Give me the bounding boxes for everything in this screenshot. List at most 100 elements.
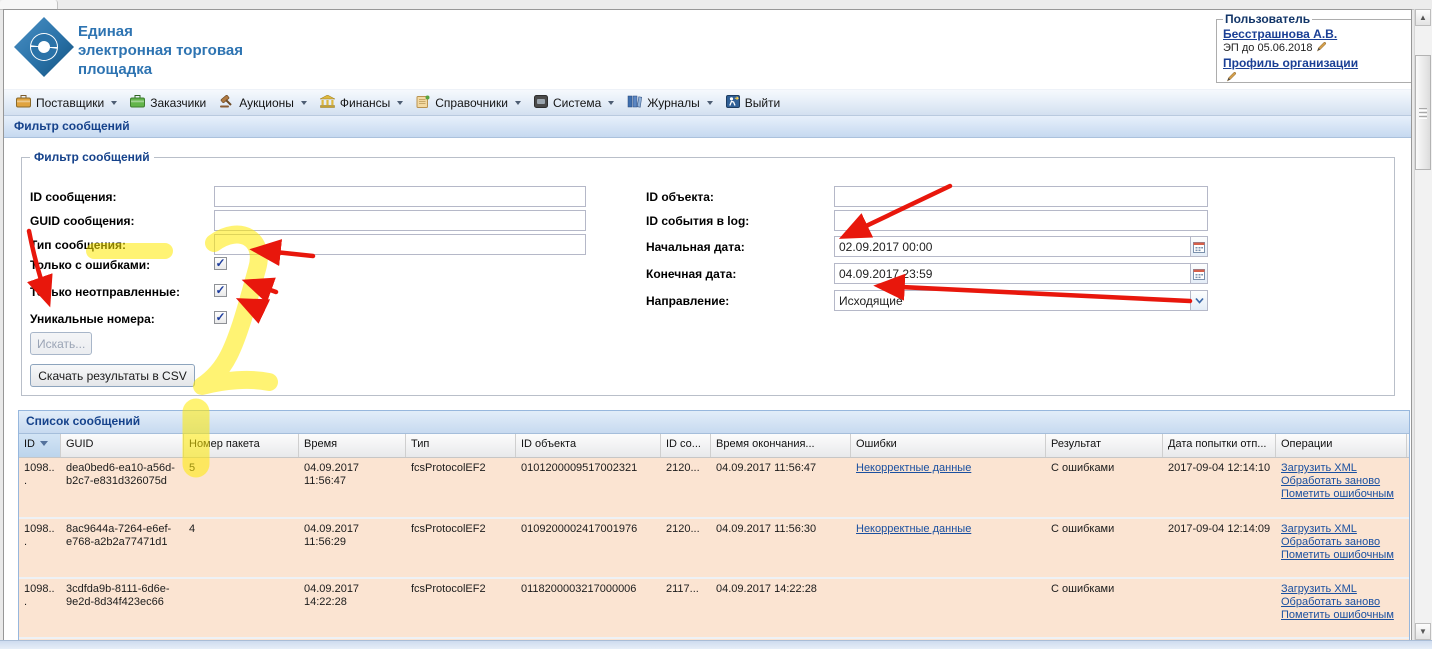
grid-body: 1098... dea0bed6-ea10-a56d-b2c7-e831d3260… xyxy=(19,458,1409,648)
briefcase-tan-icon xyxy=(16,94,31,111)
app-window: Единая электронная торговая площадка Пол… xyxy=(3,9,1412,648)
dropdown-arrow-icon xyxy=(608,100,615,105)
menu-item-finances[interactable]: Финансы xyxy=(316,94,412,111)
cell-ops: Загрузить XML Обработать заново Пометить о… xyxy=(1276,519,1407,577)
cell-result: С ошибками xyxy=(1051,462,1115,474)
cell-event_id: 2120... xyxy=(666,462,700,474)
column-header-результат[interactable]: Результат xyxy=(1046,434,1163,457)
unique-numbers-checkbox[interactable]: ✓ xyxy=(214,311,227,324)
cell-guid: 3cdfda9b-8111-6d6e-9e2d-8d34f423ec66 xyxy=(66,583,170,608)
error-link[interactable]: Некорректные данные xyxy=(856,523,971,535)
end-date-calendar-icon[interactable] xyxy=(1191,263,1208,284)
column-header-время[interactable]: Время xyxy=(299,434,406,457)
operation-link[interactable]: Загрузить XML xyxy=(1281,523,1357,535)
operation-link[interactable]: Пометить ошибочным xyxy=(1281,549,1394,561)
menu-item-directories[interactable]: Справочники xyxy=(412,95,530,111)
operation-link[interactable]: Обработать заново xyxy=(1281,475,1380,487)
start-date-calendar-icon[interactable] xyxy=(1191,236,1208,257)
cell-id: 1098... xyxy=(24,523,55,548)
column-header-тип[interactable]: Тип xyxy=(406,434,516,457)
column-header-операции[interactable]: Операции xyxy=(1276,434,1407,457)
scroll-down-icon[interactable]: ▼ xyxy=(1415,623,1431,640)
dropdown-arrow-icon xyxy=(514,100,521,105)
operation-link[interactable]: Обработать заново xyxy=(1281,536,1380,548)
log-event-id-input[interactable] xyxy=(834,210,1208,231)
grid-header: ID GUID Номер пакета Время Тип ID объекта ID с… xyxy=(19,434,1409,458)
menu-item-auctions[interactable]: Аукционы xyxy=(215,94,316,111)
column-header-guid[interactable]: GUID xyxy=(61,434,184,457)
org-profile-link[interactable]: Профиль организации xyxy=(1223,56,1358,70)
cell-event_id: 2120... xyxy=(666,523,700,535)
cell-object_id: 0101200009517002321 xyxy=(521,462,638,474)
cell-attempt xyxy=(1163,579,1276,637)
sort-desc-icon xyxy=(40,441,48,446)
cell-object_id: 0118200003217000006 xyxy=(521,583,637,595)
message-row[interactable]: 1098... 3cdfda9b-8111-6d6e-9e2d-8d34f423e… xyxy=(19,579,1409,639)
cell-errors: Некорректные данные xyxy=(851,519,1046,577)
gavel-icon xyxy=(219,94,234,111)
message-guid-input[interactable] xyxy=(214,210,586,231)
cell-ops: Загрузить XML Обработать заново Пометить о… xyxy=(1276,458,1407,517)
bank-icon xyxy=(319,94,335,111)
message-row[interactable]: 1098... dea0bed6-ea10-a56d-b2c7-e831d3260… xyxy=(19,458,1409,519)
cell-packet: 5 xyxy=(189,462,196,474)
column-header-номер-пакета[interactable]: Номер пакета xyxy=(184,434,299,457)
briefcase-green-icon xyxy=(130,94,146,111)
cell-time: 04.09.2017 11:56:29 xyxy=(304,523,360,548)
object-id-label: ID объекта: xyxy=(646,190,714,204)
operation-link[interactable]: Пометить ошибочным xyxy=(1281,609,1394,621)
scroll-up-icon[interactable]: ▲ xyxy=(1415,9,1431,26)
column-header-дата-попытки-отп-[interactable]: Дата попытки отп... xyxy=(1163,434,1276,457)
main-menubar: Поставщики Заказчики Аукционы Финансы Справо… xyxy=(4,89,1411,116)
column-header-id[interactable]: ID xyxy=(19,434,61,457)
column-header-время-окончания-[interactable]: Время окончания... xyxy=(711,434,851,457)
menu-item-suppliers[interactable]: Поставщики xyxy=(12,94,126,111)
operation-link[interactable]: Пометить ошибочным xyxy=(1281,488,1394,500)
cell-type: fcsProtocolEF2 xyxy=(411,462,486,474)
filter-panel: Фильтр сообщений Искать... Скачать резул… xyxy=(21,150,1395,396)
log-event-id-label: ID события в log: xyxy=(646,214,750,228)
edit-pencil-icon[interactable] xyxy=(1226,71,1237,85)
download-csv-button[interactable]: Скачать результаты в CSV xyxy=(30,364,195,387)
user-name-link[interactable]: Бесстрашнова А.В. xyxy=(1223,27,1337,41)
start-date-label: Начальная дата: xyxy=(646,240,745,254)
book-icon xyxy=(416,95,430,111)
only-unsent-label: Только неотправленные: xyxy=(30,285,180,299)
menu-item-system[interactable]: Система xyxy=(530,94,623,111)
direction-select[interactable] xyxy=(834,290,1191,311)
error-link[interactable]: Некорректные данные xyxy=(856,462,971,474)
browser-tab[interactable] xyxy=(0,0,58,9)
message-row[interactable]: 1098... 8ac9644a-7264-e6ef-e768-a2b2a7747… xyxy=(19,519,1409,579)
column-header-ошибки[interactable]: Ошибки xyxy=(851,434,1046,457)
cell-result: С ошибками xyxy=(1051,583,1115,595)
end-date-label: Конечная дата: xyxy=(646,267,737,281)
operation-link[interactable]: Обработать заново xyxy=(1281,596,1380,608)
only-unsent-checkbox[interactable]: ✓ xyxy=(214,284,227,297)
column-header-id-со-[interactable]: ID со... xyxy=(661,434,711,457)
operation-link[interactable]: Загрузить XML xyxy=(1281,462,1357,474)
system-icon xyxy=(533,94,548,111)
page-scrollbar[interactable]: ▲ ▼ xyxy=(1414,9,1432,640)
only-errors-checkbox[interactable]: ✓ xyxy=(214,257,227,270)
column-header-id-объекта[interactable]: ID объекта xyxy=(516,434,661,457)
only-errors-label: Только с ошибками: xyxy=(30,258,151,272)
user-panel-legend: Пользователь xyxy=(1225,12,1311,26)
end-date-input[interactable] xyxy=(834,263,1191,284)
page-title: Фильтр сообщений xyxy=(4,116,1411,138)
object-id-input[interactable] xyxy=(834,186,1208,207)
search-button[interactable]: Искать... xyxy=(30,332,92,355)
dropdown-arrow-icon xyxy=(300,100,307,105)
message-type-input[interactable] xyxy=(214,234,586,255)
direction-chevron-down-icon[interactable] xyxy=(1191,290,1208,311)
menu-item-exit[interactable]: Выйти xyxy=(722,94,790,111)
cell-event_id: 2117... xyxy=(666,583,699,595)
menu-item-customers[interactable]: Заказчики xyxy=(126,94,215,111)
scrollbar-thumb[interactable] xyxy=(1415,55,1431,170)
message-id-input[interactable] xyxy=(214,186,586,207)
edit-pencil-icon[interactable] xyxy=(1316,41,1327,56)
start-date-input[interactable] xyxy=(834,236,1191,257)
menu-item-journals[interactable]: Журналы xyxy=(623,95,721,111)
operation-link[interactable]: Загрузить XML xyxy=(1281,583,1357,595)
cell-time: 04.09.2017 14:22:28 xyxy=(304,583,360,608)
unique-numbers-label: Уникальные номера: xyxy=(30,312,155,326)
